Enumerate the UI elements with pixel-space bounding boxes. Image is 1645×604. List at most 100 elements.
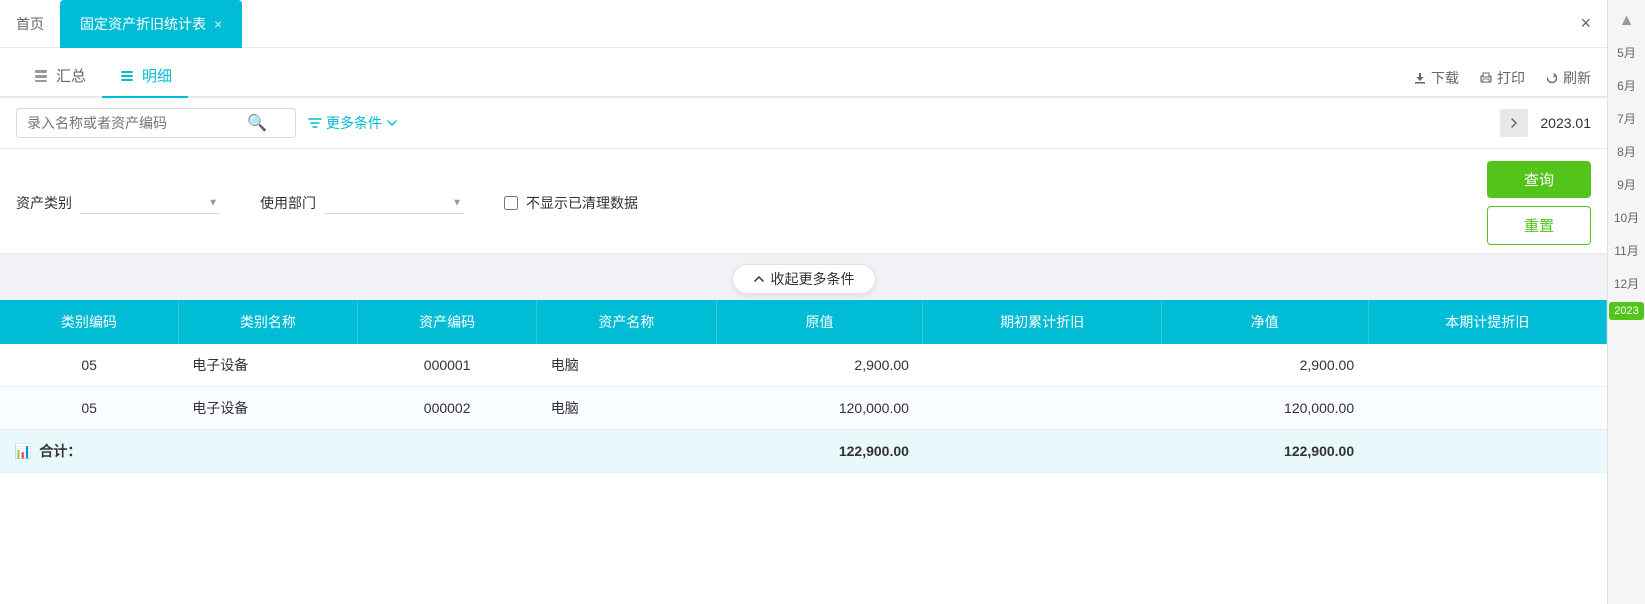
reset-button[interactable]: 重置 [1487, 206, 1591, 245]
window-close-button[interactable]: × [1580, 13, 1591, 34]
download-icon [1413, 71, 1427, 85]
col-category-code: 类别编码 [0, 300, 178, 344]
col-asset-name: 资产名称 [537, 300, 716, 344]
department-label: 使用部门 [260, 193, 316, 213]
hide-cleared-checkbox[interactable] [504, 196, 518, 210]
table-header-row: 类别编码 类别名称 资产编码 资产名称 原值 期初累计折旧 净值 本期计提折旧 [0, 300, 1607, 344]
total-current-depreciation [1368, 430, 1606, 473]
search-input-wrap[interactable]: 🔍 [16, 108, 296, 138]
download-label: 下载 [1431, 68, 1459, 88]
col-category-name: 类别名称 [178, 300, 357, 344]
total-empty2 [537, 430, 716, 473]
sidebar-month-7[interactable]: 7月 [1613, 104, 1640, 133]
row2-category-name: 电子设备 [178, 387, 357, 430]
sidebar-month-6[interactable]: 6月 [1613, 71, 1640, 100]
row2-category-code: 05 [0, 387, 178, 430]
col-accumulated-depreciation: 期初累计折旧 [923, 300, 1161, 344]
sub-tabs-bar: 汇总 明细 下载 打印 刷新 [0, 48, 1607, 98]
refresh-icon [1545, 71, 1559, 85]
row1-original-value: 2,900.00 [716, 344, 923, 387]
col-asset-code: 资产编码 [358, 300, 537, 344]
sidebar-month-11[interactable]: 11月 [1610, 236, 1642, 265]
collapse-label: 收起更多条件 [771, 269, 855, 289]
list-icon [118, 67, 136, 85]
hide-cleared-group: 不显示已清理数据 [504, 193, 638, 213]
search-input[interactable] [27, 115, 247, 131]
row1-asset-code: 000001 [358, 344, 537, 387]
total-row: 📊 合计： 122,900.00 122,900.00 [0, 430, 1607, 473]
sidebar-month-5[interactable]: 5月 [1613, 38, 1640, 67]
more-filter-button[interactable]: 更多条件 [308, 113, 398, 133]
sidebar-month-8[interactable]: 8月 [1613, 137, 1640, 166]
chevron-right-icon [1508, 117, 1520, 129]
refresh-label: 刷新 [1563, 68, 1591, 88]
print-action[interactable]: 打印 [1479, 68, 1525, 88]
row1-asset-name: 电脑 [537, 344, 716, 387]
print-icon [1479, 71, 1493, 85]
query-button[interactable]: 查询 [1487, 161, 1591, 198]
tab-summary-label: 汇总 [56, 65, 86, 86]
asset-category-select[interactable] [80, 193, 220, 214]
row2-original-value: 120,000.00 [716, 387, 923, 430]
tab-summary[interactable]: 汇总 [16, 55, 102, 98]
asset-category-filter: 资产类别 [16, 193, 220, 214]
department-select[interactable] [324, 193, 464, 214]
tab-close-icon[interactable]: × [214, 16, 222, 32]
refresh-action[interactable]: 刷新 [1545, 68, 1591, 88]
sidebar-year-badge[interactable]: 2023 [1609, 302, 1643, 320]
more-filter-label: 更多条件 [326, 113, 382, 133]
table-row: 05 电子设备 000001 电脑 2,900.00 2,900.00 [0, 344, 1607, 387]
row1-net-value: 2,900.00 [1161, 344, 1368, 387]
tab-actions: 下载 打印 刷新 [1413, 68, 1591, 96]
collapse-button[interactable]: 收起更多条件 [732, 264, 876, 294]
row1-category-name: 电子设备 [178, 344, 357, 387]
chevron-up-icon [753, 273, 765, 285]
search-icon[interactable]: 🔍 [247, 113, 267, 133]
right-sidebar: ▲ 5月 6月 7月 8月 9月 10月 11月 12月 2023 [1607, 0, 1645, 604]
col-current-depreciation: 本期计提折旧 [1368, 300, 1606, 344]
col-original-value: 原值 [716, 300, 923, 344]
filter-area: 资产类别 使用部门 不显示已清理数据 查询 重置 [0, 149, 1607, 254]
row1-category-code: 05 [0, 344, 178, 387]
total-icon: 📊 [14, 443, 31, 459]
active-tab-label: 固定资产折旧统计表 [80, 14, 206, 34]
tab-detail[interactable]: 明细 [102, 55, 188, 98]
search-bar: 🔍 更多条件 2023.01 [0, 98, 1607, 149]
row2-current-depreciation [1368, 387, 1606, 430]
sidebar-month-10[interactable]: 10月 [1610, 203, 1643, 232]
row1-accumulated-depreciation [923, 344, 1161, 387]
top-nav: 首页 固定资产折旧统计表 × × [0, 0, 1607, 48]
table-row: 05 电子设备 000002 电脑 120,000.00 120,000.00 [0, 387, 1607, 430]
hide-cleared-label: 不显示已清理数据 [526, 193, 638, 213]
active-tab[interactable]: 固定资产折旧统计表 × [60, 0, 242, 48]
download-action[interactable]: 下载 [1413, 68, 1459, 88]
sidebar-month-12[interactable]: 12月 [1610, 269, 1643, 298]
department-filter: 使用部门 [260, 193, 464, 214]
total-label: 📊 合计： [0, 430, 358, 473]
layers-icon [32, 67, 50, 85]
row2-asset-code: 000002 [358, 387, 537, 430]
total-empty1 [358, 430, 537, 473]
home-link[interactable]: 首页 [16, 14, 44, 34]
col-net-value: 净值 [1161, 300, 1368, 344]
period-label: 2023.01 [1540, 115, 1591, 131]
filter-icon [308, 116, 322, 130]
row2-net-value: 120,000.00 [1161, 387, 1368, 430]
row2-accumulated-depreciation [923, 387, 1161, 430]
data-table: 类别编码 类别名称 资产编码 资产名称 原值 期初累计折旧 净值 本期计提折旧 … [0, 300, 1607, 473]
nav-arrow-right[interactable] [1500, 109, 1528, 137]
asset-category-label: 资产类别 [16, 193, 72, 213]
total-net-value: 122,900.00 [1161, 430, 1368, 473]
total-accumulated-depreciation [923, 430, 1161, 473]
row2-asset-name: 电脑 [537, 387, 716, 430]
chevron-down-icon [386, 117, 398, 129]
collapse-bar: 收起更多条件 [0, 254, 1607, 300]
tab-detail-label: 明细 [142, 65, 172, 86]
filter-btn-group: 查询 重置 [1487, 161, 1591, 245]
sidebar-month-9[interactable]: 9月 [1613, 170, 1640, 199]
data-table-wrap: 类别编码 类别名称 资产编码 资产名称 原值 期初累计折旧 净值 本期计提折旧 … [0, 300, 1607, 604]
print-label: 打印 [1497, 68, 1525, 88]
total-original-value: 122,900.00 [716, 430, 923, 473]
sidebar-nav-up[interactable]: ▲ [1615, 8, 1639, 34]
row1-current-depreciation [1368, 344, 1606, 387]
